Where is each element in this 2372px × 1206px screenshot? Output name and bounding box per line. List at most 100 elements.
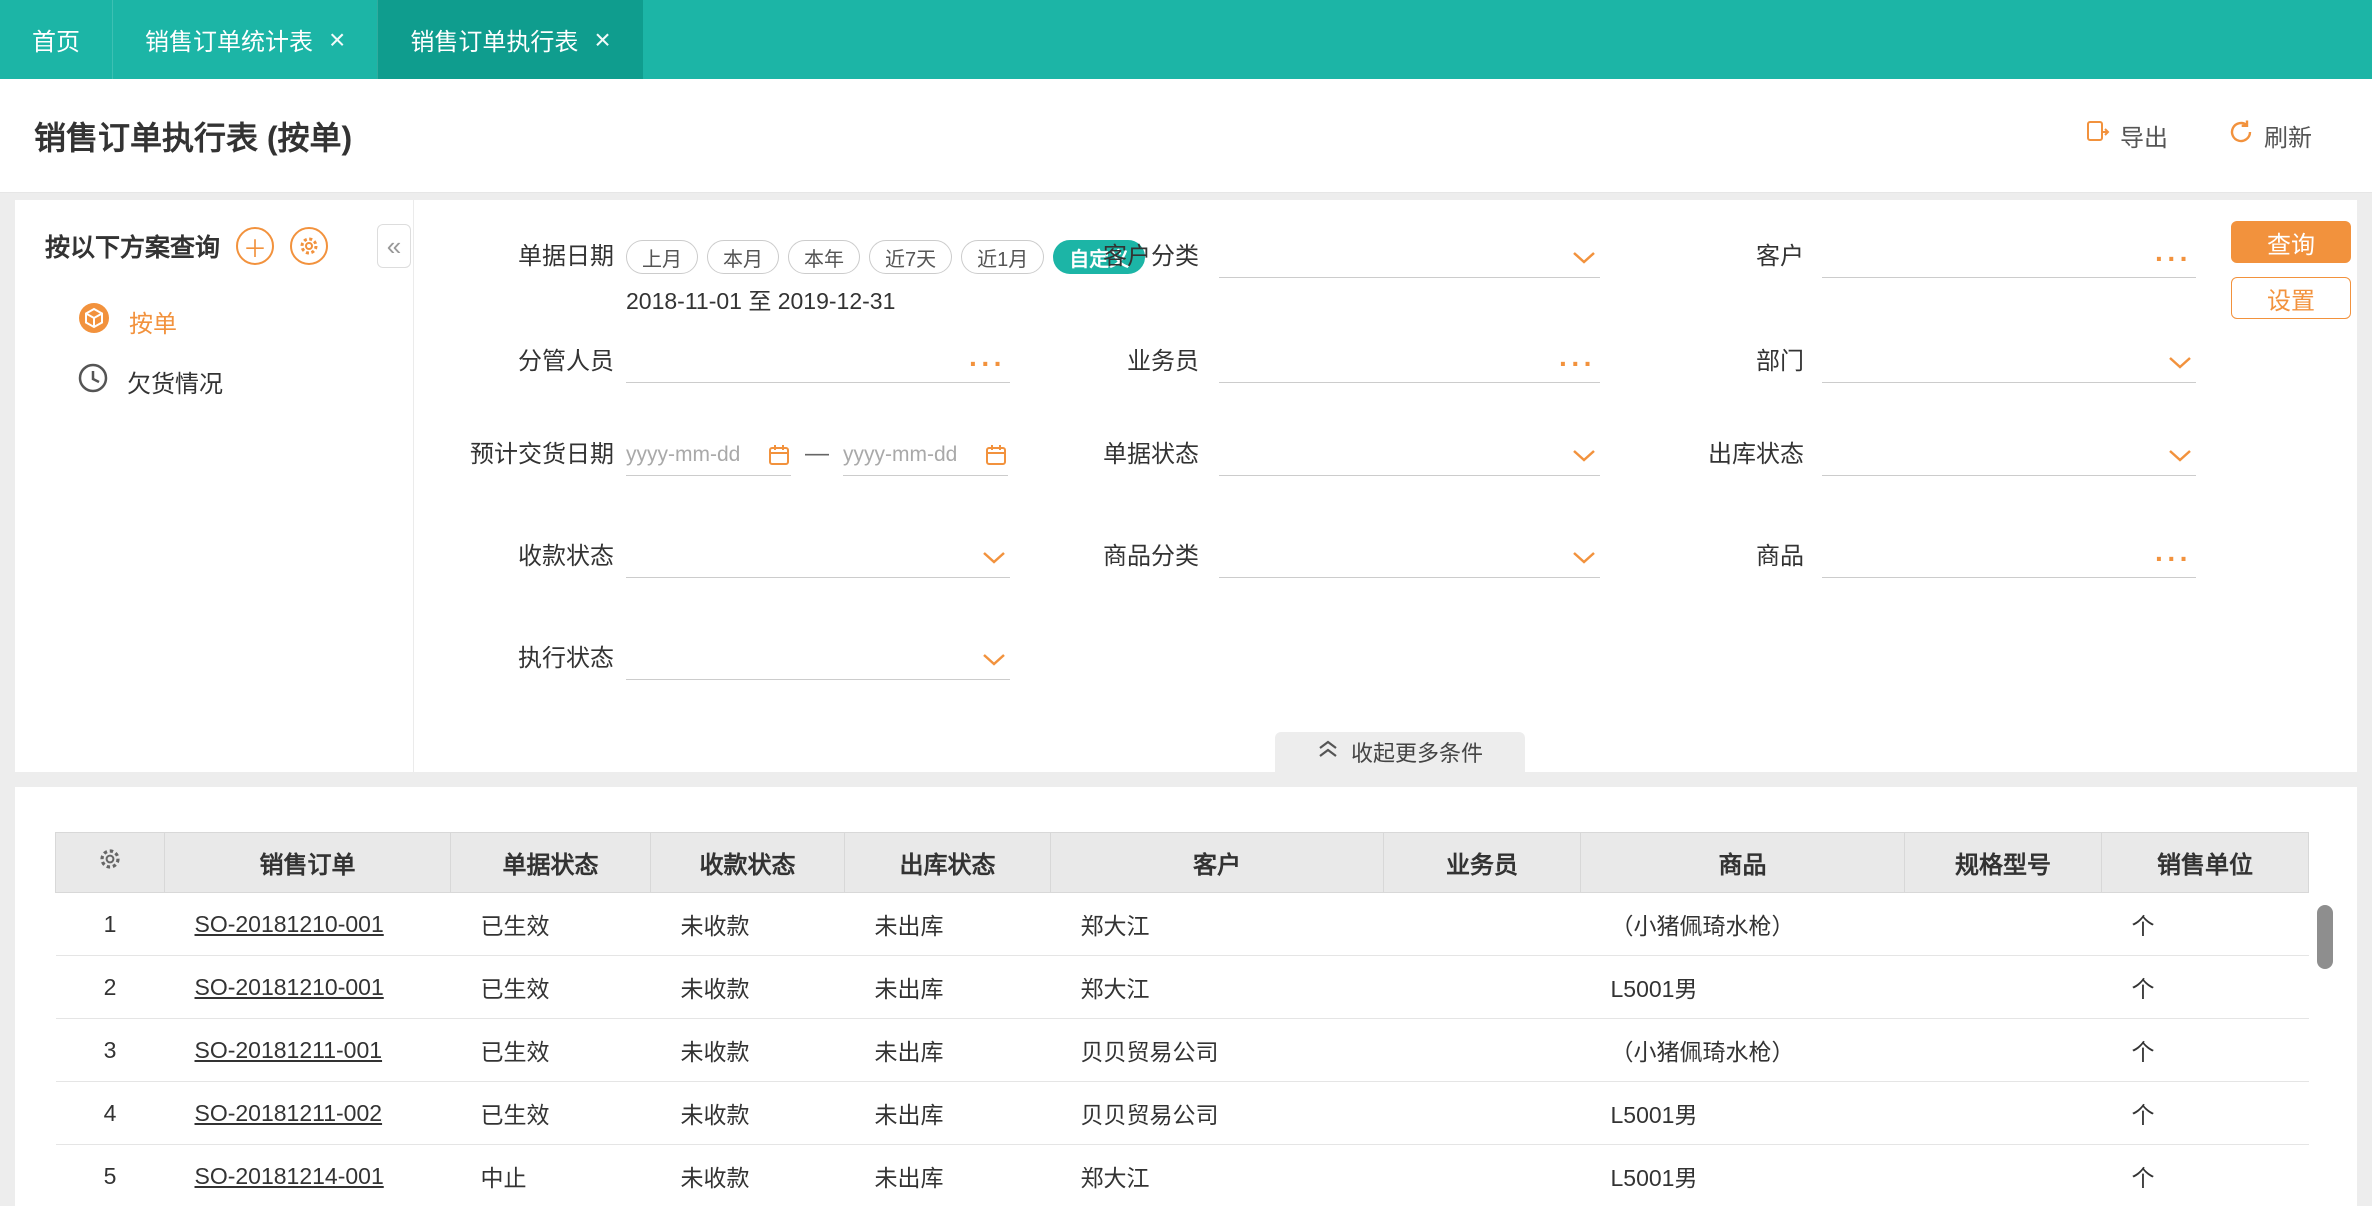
order-link[interactable]: SO-20181210-001 bbox=[195, 974, 384, 1000]
salesman-cell bbox=[1383, 1081, 1581, 1145]
pill-this-year[interactable]: 本年 bbox=[788, 240, 860, 274]
scheme-settings-button[interactable] bbox=[290, 227, 329, 265]
doc-status-cell: 中止 bbox=[450, 1144, 651, 1206]
execution-status-label: 执行状态 bbox=[518, 645, 614, 672]
selected-date-range: 2018-11-01 至 2019-12-31 bbox=[626, 288, 896, 314]
customer-cell: 郑大江 bbox=[1050, 892, 1384, 956]
row-number: 3 bbox=[55, 1018, 165, 1082]
customer-category-select[interactable] bbox=[1219, 236, 1600, 278]
sidebar-header: 按以下方案查询 ＋ « bbox=[45, 224, 413, 268]
refresh-icon bbox=[2228, 119, 2254, 152]
result-table-panel: 销售订单 单据状态 收款状态 出库状态 客户 业务员 商品 规格型号 销售单位 … bbox=[15, 787, 2357, 1206]
add-scheme-button[interactable]: ＋ bbox=[236, 227, 275, 265]
salesman-cell bbox=[1383, 892, 1581, 956]
close-icon[interactable]: × bbox=[329, 25, 345, 54]
customer-cell: 贝贝贸易公司 bbox=[1050, 1081, 1384, 1145]
header-actions: 导出 刷新 bbox=[2084, 118, 2312, 153]
sidebar-item-shortage[interactable]: 欠货情况 bbox=[15, 353, 413, 409]
pill-last-month[interactable]: 上月 bbox=[626, 240, 698, 274]
manager-label: 分管人员 bbox=[518, 348, 614, 375]
order-cell: SO-20181210-001 bbox=[164, 955, 451, 1019]
unit-cell: 个 bbox=[2101, 1081, 2309, 1145]
unit-cell: 个 bbox=[2101, 892, 2309, 956]
customer-cell: 郑大江 bbox=[1050, 955, 1384, 1019]
product-cell: （小猪佩琦水枪） bbox=[1580, 892, 1905, 956]
clock-icon bbox=[77, 362, 109, 401]
outbound-status-select[interactable] bbox=[1822, 434, 2196, 476]
product-category-select[interactable] bbox=[1219, 536, 1600, 578]
ellipsis-icon: ··· bbox=[1559, 348, 1596, 379]
close-icon[interactable]: × bbox=[594, 25, 610, 54]
payment-status-select[interactable] bbox=[626, 536, 1010, 578]
sidebar-title: 按以下方案查询 bbox=[45, 234, 221, 262]
outbound-status-cell: 未出库 bbox=[844, 892, 1051, 956]
order-link[interactable]: SO-20181214-001 bbox=[195, 1163, 384, 1189]
spec-cell bbox=[1904, 955, 2102, 1019]
order-link[interactable]: SO-20181210-001 bbox=[195, 911, 384, 937]
collapse-more-conditions-button[interactable]: 收起更多条件 bbox=[1275, 732, 1525, 772]
col-header-outbound-status: 出库状态 bbox=[844, 832, 1051, 893]
doc-status-label: 单据状态 bbox=[1103, 441, 1199, 468]
unit-cell: 个 bbox=[2101, 1144, 2309, 1206]
table-row: 4 SO-20181211-002 已生效 未收款 未出库 贝贝贸易公司 L5001男 个 bbox=[55, 1081, 2309, 1145]
payment-status-cell: 未收款 bbox=[650, 892, 845, 956]
chevron-down-icon bbox=[2168, 449, 2192, 467]
execution-status-select[interactable] bbox=[626, 638, 1010, 680]
export-button[interactable]: 导出 bbox=[2084, 118, 2168, 153]
date-placeholder: yyyy-mm-dd bbox=[843, 442, 958, 466]
double-chevron-up-icon bbox=[1317, 739, 1339, 765]
payment-status-label: 收款状态 bbox=[518, 543, 614, 570]
spec-cell bbox=[1904, 1081, 2102, 1145]
date-placeholder: yyyy-mm-dd bbox=[626, 442, 741, 466]
salesman-label: 业务员 bbox=[1127, 348, 1199, 375]
outbound-status-cell: 未出库 bbox=[844, 1144, 1051, 1206]
order-link[interactable]: SO-20181211-002 bbox=[195, 1100, 383, 1126]
payment-status-cell: 未收款 bbox=[650, 1081, 845, 1145]
order-table-body: 1 SO-20181210-001 已生效 未收款 未出库 郑大江 （小猪佩琦水枪）个 2 SO… bbox=[55, 892, 2309, 1206]
row-number: 1 bbox=[55, 892, 165, 956]
row-number: 4 bbox=[55, 1081, 165, 1145]
department-select[interactable] bbox=[1822, 341, 2196, 383]
expected-delivery-label: 预计交货日期 bbox=[470, 441, 614, 468]
delivery-date-start-input[interactable]: yyyy-mm-dd bbox=[626, 434, 791, 476]
table-settings-header[interactable] bbox=[55, 832, 165, 893]
doc-status-select[interactable] bbox=[1219, 434, 1600, 476]
manager-picker[interactable]: ··· bbox=[626, 341, 1010, 383]
table-row: 5 SO-20181214-001 中止 未收款 未出库 郑大江 L5001男 个 bbox=[55, 1144, 2309, 1206]
salesman-cell bbox=[1383, 955, 1581, 1019]
product-picker[interactable]: ··· bbox=[1822, 536, 2196, 578]
chevron-down-icon bbox=[1572, 251, 1596, 269]
pill-last-7-days[interactable]: 近7天 bbox=[869, 240, 953, 274]
sidebar-item-by-order[interactable]: 按单 bbox=[15, 293, 413, 349]
query-button[interactable]: 查询 bbox=[2231, 221, 2351, 263]
customer-picker[interactable]: ··· bbox=[1822, 236, 2196, 278]
product-cell: L5001男 bbox=[1580, 1144, 1905, 1206]
doc-date-label: 单据日期 bbox=[518, 243, 614, 270]
vertical-scrollbar-thumb[interactable] bbox=[2317, 905, 2333, 969]
ellipsis-icon: ··· bbox=[2155, 543, 2192, 574]
sidebar-item-label: 按单 bbox=[129, 310, 177, 338]
tab-sales-order-execution[interactable]: 销售订单执行表 × bbox=[377, 0, 643, 79]
order-cell: SO-20181211-001 bbox=[164, 1018, 451, 1082]
collapse-sidebar-button[interactable]: « bbox=[377, 224, 411, 268]
top-tab-bar: 首页 销售订单统计表 × 销售订单执行表 × bbox=[0, 0, 2372, 79]
col-header-spec: 规格型号 bbox=[1904, 832, 2102, 893]
spec-cell bbox=[1904, 892, 2102, 956]
order-link[interactable]: SO-20181211-001 bbox=[195, 1037, 383, 1063]
salesman-picker[interactable]: ··· bbox=[1219, 341, 1600, 383]
tab-home[interactable]: 首页 bbox=[0, 0, 112, 79]
settings-button[interactable]: 设置 bbox=[2231, 277, 2351, 319]
page-title: 销售订单执行表 (按单) bbox=[34, 119, 353, 156]
chevron-down-icon bbox=[1572, 551, 1596, 569]
order-cell: SO-20181210-001 bbox=[164, 892, 451, 956]
doc-status-cell: 已生效 bbox=[450, 892, 651, 956]
department-label: 部门 bbox=[1756, 348, 1804, 375]
pill-this-month[interactable]: 本月 bbox=[707, 240, 779, 274]
col-header-payment-status: 收款状态 bbox=[650, 832, 845, 893]
table-row: 1 SO-20181210-001 已生效 未收款 未出库 郑大江 （小猪佩琦水枪） 个 bbox=[55, 892, 2309, 956]
export-icon bbox=[2084, 119, 2110, 152]
row-number: 5 bbox=[55, 1144, 165, 1206]
refresh-button[interactable]: 刷新 bbox=[2228, 118, 2312, 153]
delivery-date-end-input[interactable]: yyyy-mm-dd bbox=[843, 434, 1008, 476]
tab-sales-order-statistics[interactable]: 销售订单统计表 × bbox=[112, 0, 377, 79]
